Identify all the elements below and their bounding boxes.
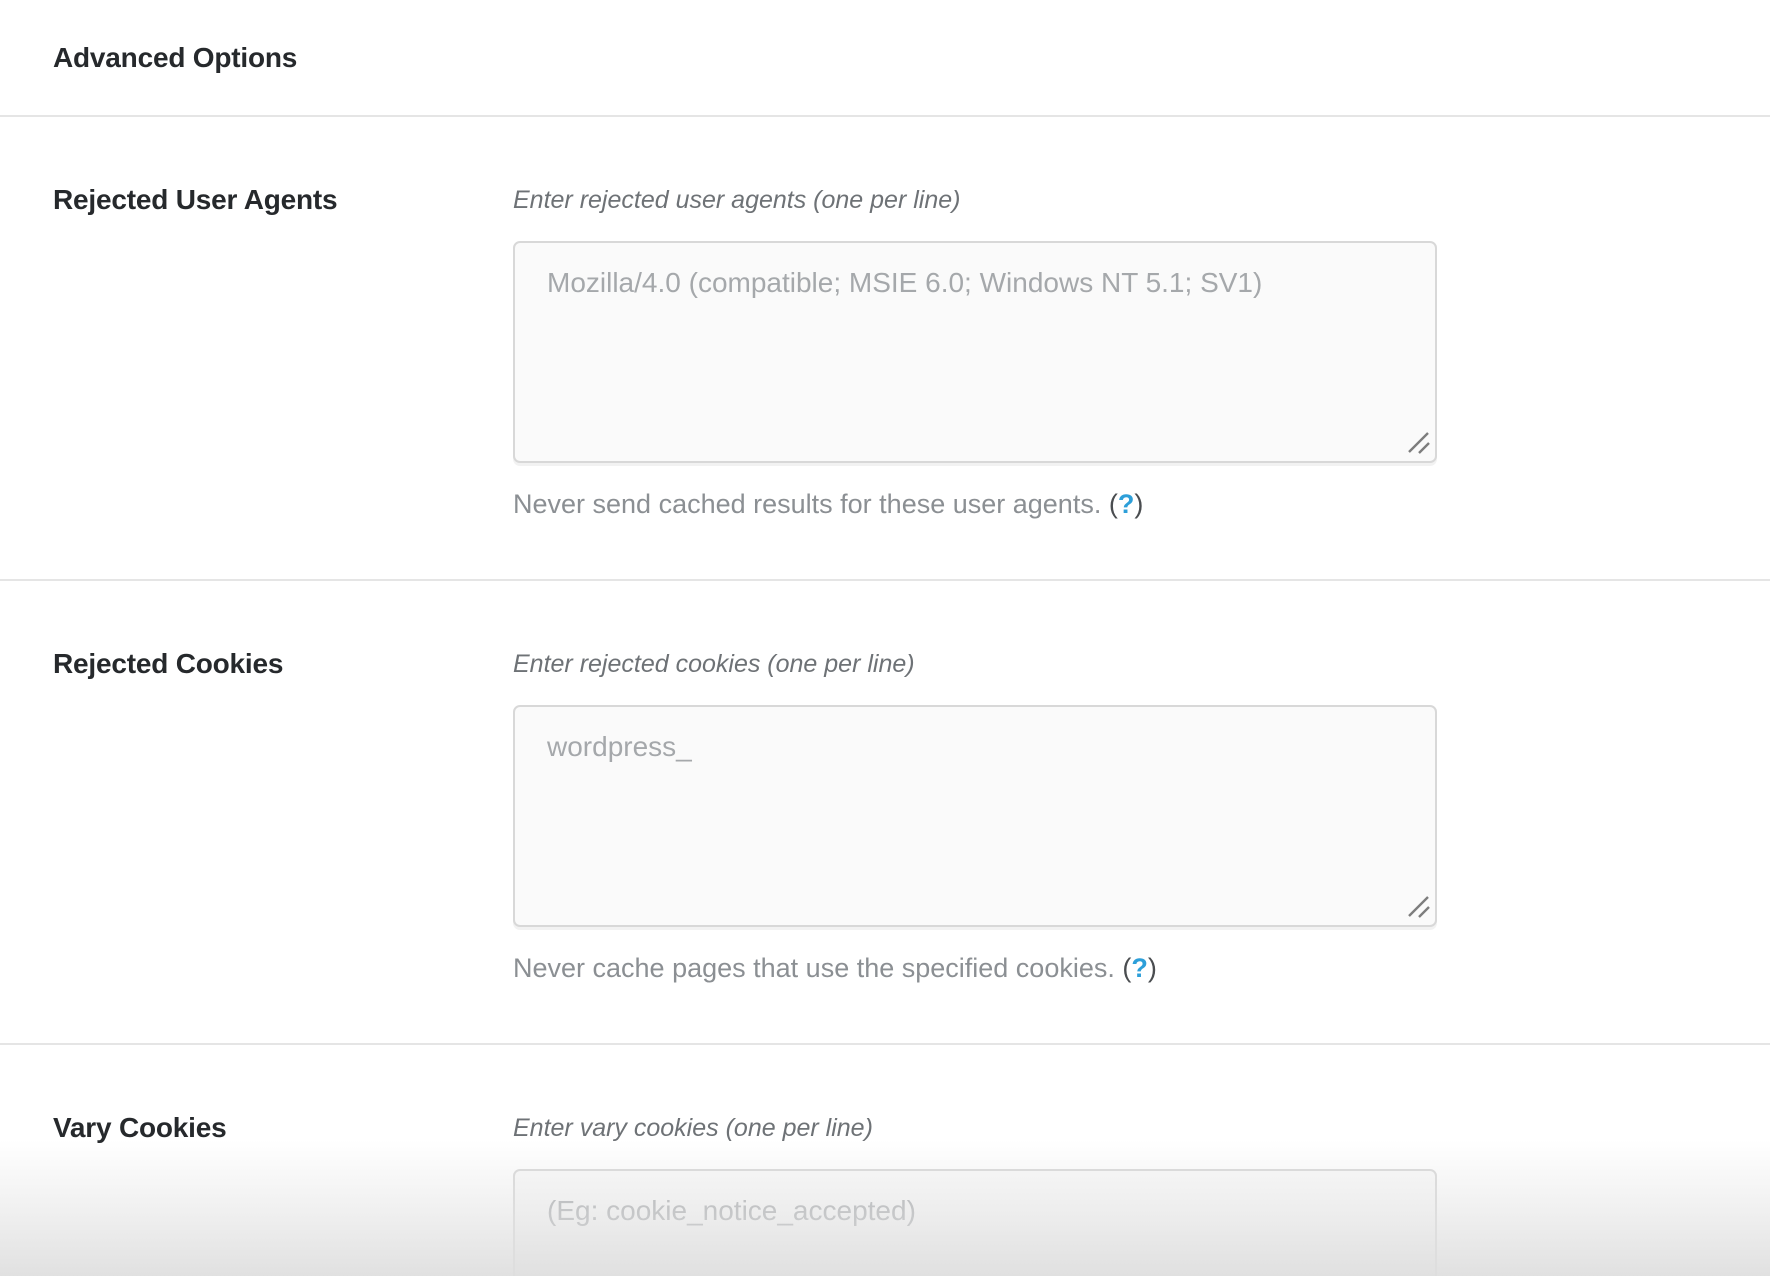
- resize-grip-icon[interactable]: [1404, 892, 1430, 918]
- question-mark-icon: ?: [1117, 489, 1135, 519]
- textarea-container: [513, 241, 1437, 463]
- resize-grip-icon[interactable]: [1404, 428, 1430, 454]
- help-paren-close: ): [1134, 489, 1144, 519]
- section-label-column: Rejected Cookies: [53, 649, 513, 679]
- textarea-container: [513, 1169, 1437, 1276]
- rejected-cookies-input[interactable]: [513, 705, 1437, 927]
- panel-header: Advanced Options: [0, 0, 1770, 117]
- advanced-options-panel: Advanced Options Rejected User Agents En…: [0, 0, 1770, 1276]
- section-field-column: Enter vary cookies (one per line): [513, 1113, 1437, 1276]
- question-mark-icon: ?: [1131, 953, 1148, 983]
- help-link[interactable]: (?): [1122, 953, 1157, 983]
- section-field-column: Enter rejected cookies (one per line) Ne…: [513, 649, 1437, 985]
- section-rejected-cookies: Rejected Cookies Enter rejected cookies …: [0, 581, 1770, 1045]
- page-title: Advanced Options: [53, 42, 298, 73]
- section-label-column: Vary Cookies: [53, 1113, 513, 1143]
- field-label: Enter vary cookies (one per line): [513, 1114, 873, 1142]
- help-text: Never cache pages that use the specified…: [513, 951, 1437, 985]
- section-label-column: Rejected User Agents: [53, 185, 513, 215]
- help-sentence: Never cache pages that use the specified…: [513, 953, 1115, 983]
- field-label: Enter rejected user agents (one per line…: [513, 186, 961, 214]
- textarea-container: [513, 705, 1437, 927]
- field-label: Enter rejected cookies (one per line): [513, 650, 915, 678]
- rejected-user-agents-input[interactable]: [513, 241, 1437, 463]
- help-paren-close: ): [1147, 953, 1157, 983]
- help-paren-open: (: [1108, 489, 1118, 519]
- help-text: Never send cached results for these user…: [513, 487, 1437, 521]
- section-vary-cookies: Vary Cookies Enter vary cookies (one per…: [0, 1045, 1770, 1276]
- section-title: Rejected Cookies: [53, 648, 284, 679]
- section-rejected-user-agents: Rejected User Agents Enter rejected user…: [0, 117, 1770, 581]
- section-field-column: Enter rejected user agents (one per line…: [513, 185, 1437, 521]
- help-sentence: Never send cached results for these user…: [513, 489, 1102, 519]
- section-title: Rejected User Agents: [53, 184, 338, 215]
- help-link[interactable]: (?): [1109, 489, 1144, 519]
- vary-cookies-input[interactable]: [513, 1169, 1437, 1276]
- section-title: Vary Cookies: [53, 1112, 227, 1143]
